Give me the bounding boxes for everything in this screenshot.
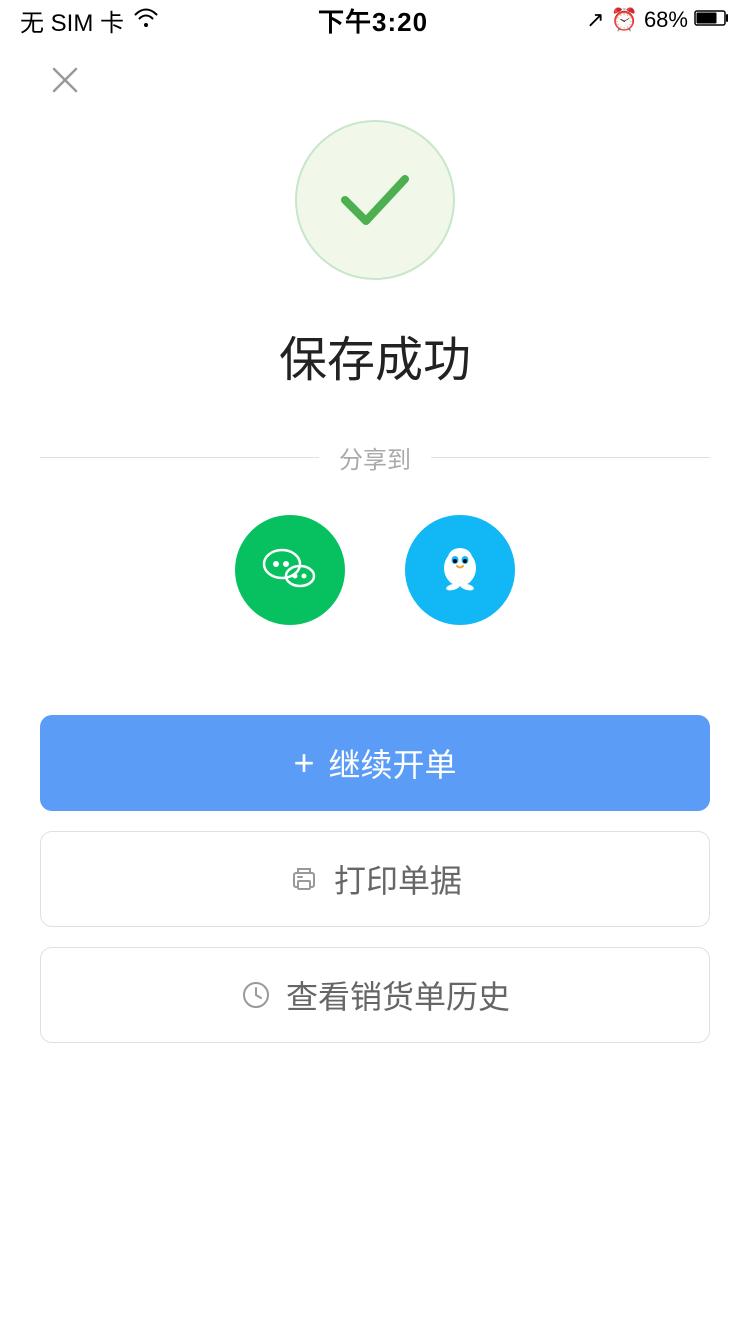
- status-time: 下午3:20: [318, 2, 428, 39]
- share-divider-left: [40, 457, 319, 458]
- wifi-icon: [132, 6, 160, 34]
- status-right: ↗ ⏰ 68%: [586, 7, 730, 33]
- status-left: 无 SIM 卡: [20, 3, 160, 38]
- alarm-icon: ⏰: [611, 7, 638, 33]
- share-icons: [40, 515, 710, 625]
- clock-icon: [240, 979, 272, 1011]
- location-icon: ↗: [586, 7, 604, 33]
- main-content: 保存成功 分享到: [0, 40, 750, 1043]
- print-button-label: 打印单据: [334, 856, 462, 902]
- success-title: 保存成功: [279, 320, 471, 390]
- buttons-section: + 继续开单 打印单据 查看销货单历史: [0, 715, 750, 1043]
- share-qq-button[interactable]: [405, 515, 515, 625]
- sim-text: 无 SIM 卡: [20, 3, 124, 38]
- share-wechat-button[interactable]: [235, 515, 345, 625]
- print-button[interactable]: 打印单据: [40, 831, 710, 927]
- success-icon-circle: [295, 120, 455, 280]
- continue-button[interactable]: + 继续开单: [40, 715, 710, 811]
- share-divider-row: 分享到: [40, 440, 710, 475]
- history-button[interactable]: 查看销货单历史: [40, 947, 710, 1043]
- history-button-label: 查看销货单历史: [286, 972, 510, 1018]
- share-divider-right: [431, 457, 710, 458]
- continue-button-label: 继续开单: [329, 740, 457, 786]
- status-bar: 无 SIM 卡 下午3:20 ↗ ⏰ 68%: [0, 0, 750, 40]
- plus-icon: +: [293, 742, 314, 784]
- share-label: 分享到: [339, 440, 411, 475]
- battery-text: 68%: [644, 7, 688, 33]
- printer-icon: [288, 863, 320, 895]
- battery-icon: [694, 7, 730, 33]
- close-button[interactable]: [40, 55, 90, 105]
- share-section: 分享到: [0, 440, 750, 645]
